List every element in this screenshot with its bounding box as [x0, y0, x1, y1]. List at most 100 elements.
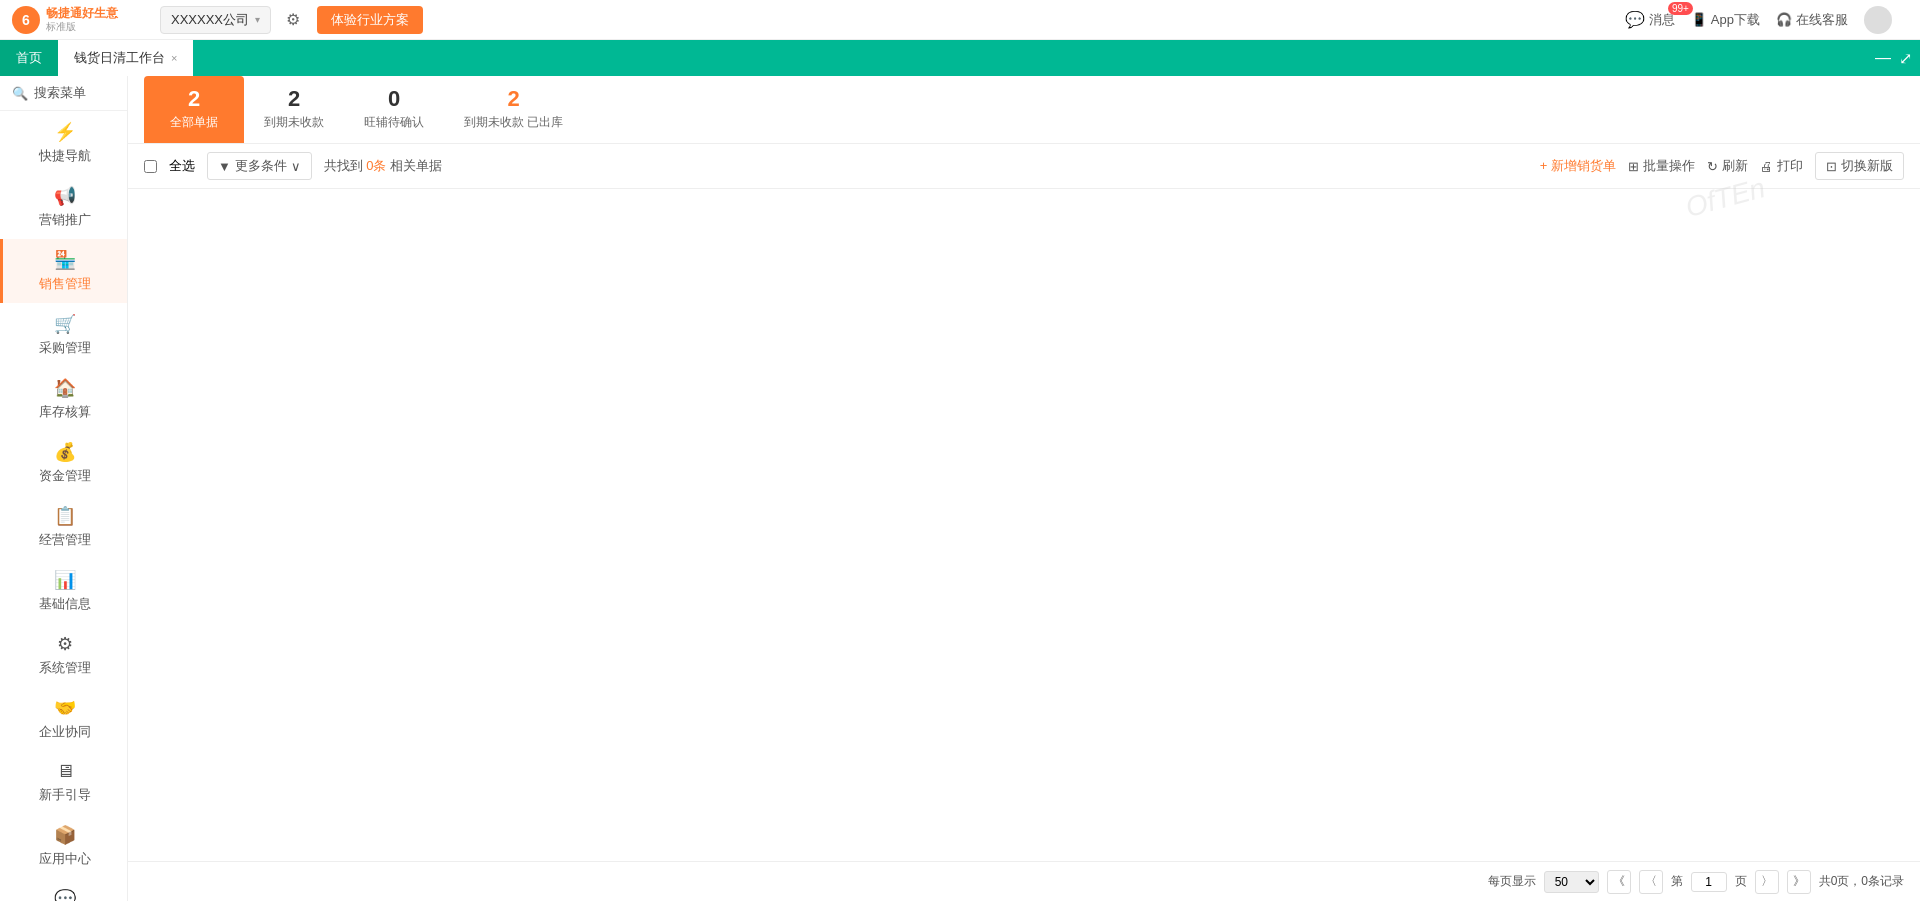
- avatar[interactable]: [1864, 6, 1892, 34]
- sidebar-item-label: 库存核算: [39, 403, 91, 421]
- stat-tab-overdue-out[interactable]: 2 到期未收款 已出库: [444, 76, 583, 143]
- sidebar-search[interactable]: 🔍 搜索菜单: [0, 76, 127, 111]
- page-label: 页: [1735, 873, 1747, 890]
- search-label: 搜索菜单: [34, 84, 86, 102]
- logo-main: 畅捷通好生意: [46, 6, 118, 20]
- page-last-button[interactable]: 》: [1787, 870, 1811, 894]
- message-icon: 💬: [1625, 10, 1645, 29]
- top-header: 6 畅捷通好生意 标准版 XXXXXX公司 ▾ ⚙ 体验行业方案 💬 消息 99…: [0, 0, 1920, 40]
- add-sales-order-button[interactable]: + 新增销货单: [1540, 157, 1616, 175]
- stat-num-all: 2: [188, 86, 200, 112]
- sidebar-item-basic-info[interactable]: 📊 基础信息: [0, 559, 127, 623]
- service-icon: 🎧: [1776, 12, 1792, 27]
- guide-icon: 🖥: [56, 761, 74, 782]
- sidebar-item-label: 销售管理: [39, 275, 91, 293]
- sidebar-item-quick-nav[interactable]: ⚡ 快捷导航: [0, 111, 127, 175]
- settings-button[interactable]: ⚙: [279, 6, 307, 34]
- table-area: [128, 189, 1920, 861]
- sidebar-item-system[interactable]: ⚙ 系统管理: [0, 623, 127, 687]
- per-page-select[interactable]: 50 20 100: [1544, 871, 1599, 893]
- sidebar-item-label: 采购管理: [39, 339, 91, 357]
- stat-tab-all[interactable]: 2 全部单据: [144, 76, 244, 143]
- page-first-button[interactable]: 《: [1607, 870, 1631, 894]
- quick-nav-icon: ⚡: [54, 121, 76, 143]
- cooperation-icon: 🤝: [54, 697, 76, 719]
- batch-label: 批量操作: [1643, 157, 1695, 175]
- sidebar-item-app-center[interactable]: 📦 应用中心: [0, 814, 127, 878]
- company-name: XXXXXX公司: [171, 11, 249, 29]
- message-badge: 99+: [1668, 2, 1693, 15]
- select-all-checkbox[interactable]: [144, 160, 157, 173]
- stat-label-overdue-out: 到期未收款 已出库: [464, 114, 563, 131]
- company-selector[interactable]: XXXXXX公司 ▾: [160, 6, 271, 34]
- experience-btn[interactable]: 体验行业方案: [317, 6, 423, 34]
- tab-home[interactable]: 首页: [0, 40, 58, 76]
- logo-area: 6 畅捷通好生意 标准版: [12, 6, 140, 34]
- online-service-label: 在线客服: [1796, 11, 1848, 29]
- app-center-icon: 📦: [54, 824, 76, 846]
- sidebar-item-label: 营销推广: [39, 211, 91, 229]
- minimize-button[interactable]: —: [1875, 49, 1891, 68]
- sidebar-item-sales[interactable]: 🏪 销售管理: [0, 239, 127, 303]
- refresh-button[interactable]: ↻ 刷新: [1707, 157, 1748, 175]
- app-download-label: App下载: [1711, 11, 1760, 29]
- purchase-icon: 🛒: [54, 313, 76, 335]
- switch-version-button[interactable]: ⊡ 切换新版: [1815, 152, 1904, 180]
- found-suffix: 相关单据: [390, 158, 442, 173]
- system-icon: ⚙: [57, 633, 73, 655]
- stat-num-pending: 0: [388, 86, 400, 112]
- page-prev-button[interactable]: 〈: [1639, 870, 1663, 894]
- filter-chevron-icon: ∨: [291, 159, 301, 174]
- pagination-bar: 每页显示 50 20 100 《 〈 第 页 〉 》 共0页，0条记录: [128, 861, 1920, 901]
- batch-operation-button[interactable]: ⊞ 批量操作: [1628, 157, 1695, 175]
- stat-num-overdue-out: 2: [508, 86, 520, 112]
- sidebar-item-cooperation[interactable]: 🤝 企业协同: [0, 687, 127, 751]
- switch-icon: ⊡: [1826, 159, 1837, 174]
- total-info: 共0页，0条记录: [1819, 873, 1904, 890]
- sidebar-item-finance[interactable]: 💰 资金管理: [0, 431, 127, 495]
- found-count: 0条: [366, 158, 386, 173]
- app-download-button[interactable]: 📱 App下载: [1691, 11, 1760, 29]
- nav-tabs: 首页 钱货日清工作台 × — ⤢: [0, 40, 1920, 76]
- print-button[interactable]: 🖨 打印: [1760, 157, 1803, 175]
- stat-tab-overdue[interactable]: 2 到期未收款: [244, 76, 344, 143]
- weixin-icon: 💬: [54, 888, 76, 901]
- content-area: 2 全部单据 2 到期未收款 0 旺辅待确认 2 到期未收款 已出库 全选 ▼ …: [128, 76, 1920, 901]
- online-service-button[interactable]: 🎧 在线客服: [1776, 11, 1848, 29]
- sidebar-item-inventory[interactable]: 🏠 库存核算: [0, 367, 127, 431]
- tab-qhrc-label: 钱货日清工作台: [74, 49, 165, 67]
- print-icon: 🖨: [1760, 159, 1773, 174]
- sidebar-item-label: 经营管理: [39, 531, 91, 549]
- basic-info-icon: 📊: [54, 569, 76, 591]
- sidebar-item-purchase[interactable]: 🛒 采购管理: [0, 303, 127, 367]
- tab-qhrc[interactable]: 钱货日清工作台 ×: [58, 40, 193, 76]
- sidebar-item-weixin[interactable]: 💬 企业微信: [0, 878, 127, 901]
- toolbar-right: + 新增销货单 ⊞ 批量操作 ↻ 刷新 🖨 打印 ⊡ 切换新版: [1540, 152, 1904, 180]
- filter-button[interactable]: ▼ 更多条件 ∨: [207, 152, 312, 180]
- sidebar-item-label: 快捷导航: [39, 147, 91, 165]
- filter-label: 更多条件: [235, 157, 287, 175]
- logo-text: 畅捷通好生意 标准版: [46, 6, 118, 32]
- sidebar-item-label: 系统管理: [39, 659, 91, 677]
- sidebar-item-operations[interactable]: 📋 经营管理: [0, 495, 127, 559]
- sidebar-item-label: 基础信息: [39, 595, 91, 613]
- stat-tab-pending[interactable]: 0 旺辅待确认: [344, 76, 444, 143]
- stat-label-all: 全部单据: [170, 114, 218, 131]
- maximize-button[interactable]: ⤢: [1899, 49, 1912, 68]
- page-input[interactable]: [1691, 872, 1727, 892]
- chevron-down-icon: ▾: [255, 14, 260, 25]
- sales-icon: 🏪: [54, 249, 76, 271]
- sidebar: 🔍 搜索菜单 ⚡ 快捷导航 📢 营销推广 🏪 销售管理 🛒 采购管理 🏠 库存核…: [0, 76, 128, 901]
- sidebar-item-label: 应用中心: [39, 850, 91, 868]
- sidebar-item-label: 新手引导: [39, 786, 91, 804]
- sidebar-item-marketing[interactable]: 📢 营销推广: [0, 175, 127, 239]
- select-all-label: 全选: [169, 157, 195, 175]
- page-next-button[interactable]: 〉: [1755, 870, 1779, 894]
- nav-controls: — ⤢: [1875, 49, 1920, 68]
- message-button[interactable]: 💬 消息 99+: [1625, 10, 1675, 29]
- close-tab-icon[interactable]: ×: [171, 52, 177, 64]
- sidebar-item-guide[interactable]: 🖥 新手引导: [0, 751, 127, 814]
- switch-label: 切换新版: [1841, 157, 1893, 175]
- toolbar: 全选 ▼ 更多条件 ∨ 共找到 0条 相关单据 + 新增销货单 ⊞ 批量操作 ↻…: [128, 144, 1920, 189]
- found-text: 共找到 0条 相关单据: [324, 157, 442, 175]
